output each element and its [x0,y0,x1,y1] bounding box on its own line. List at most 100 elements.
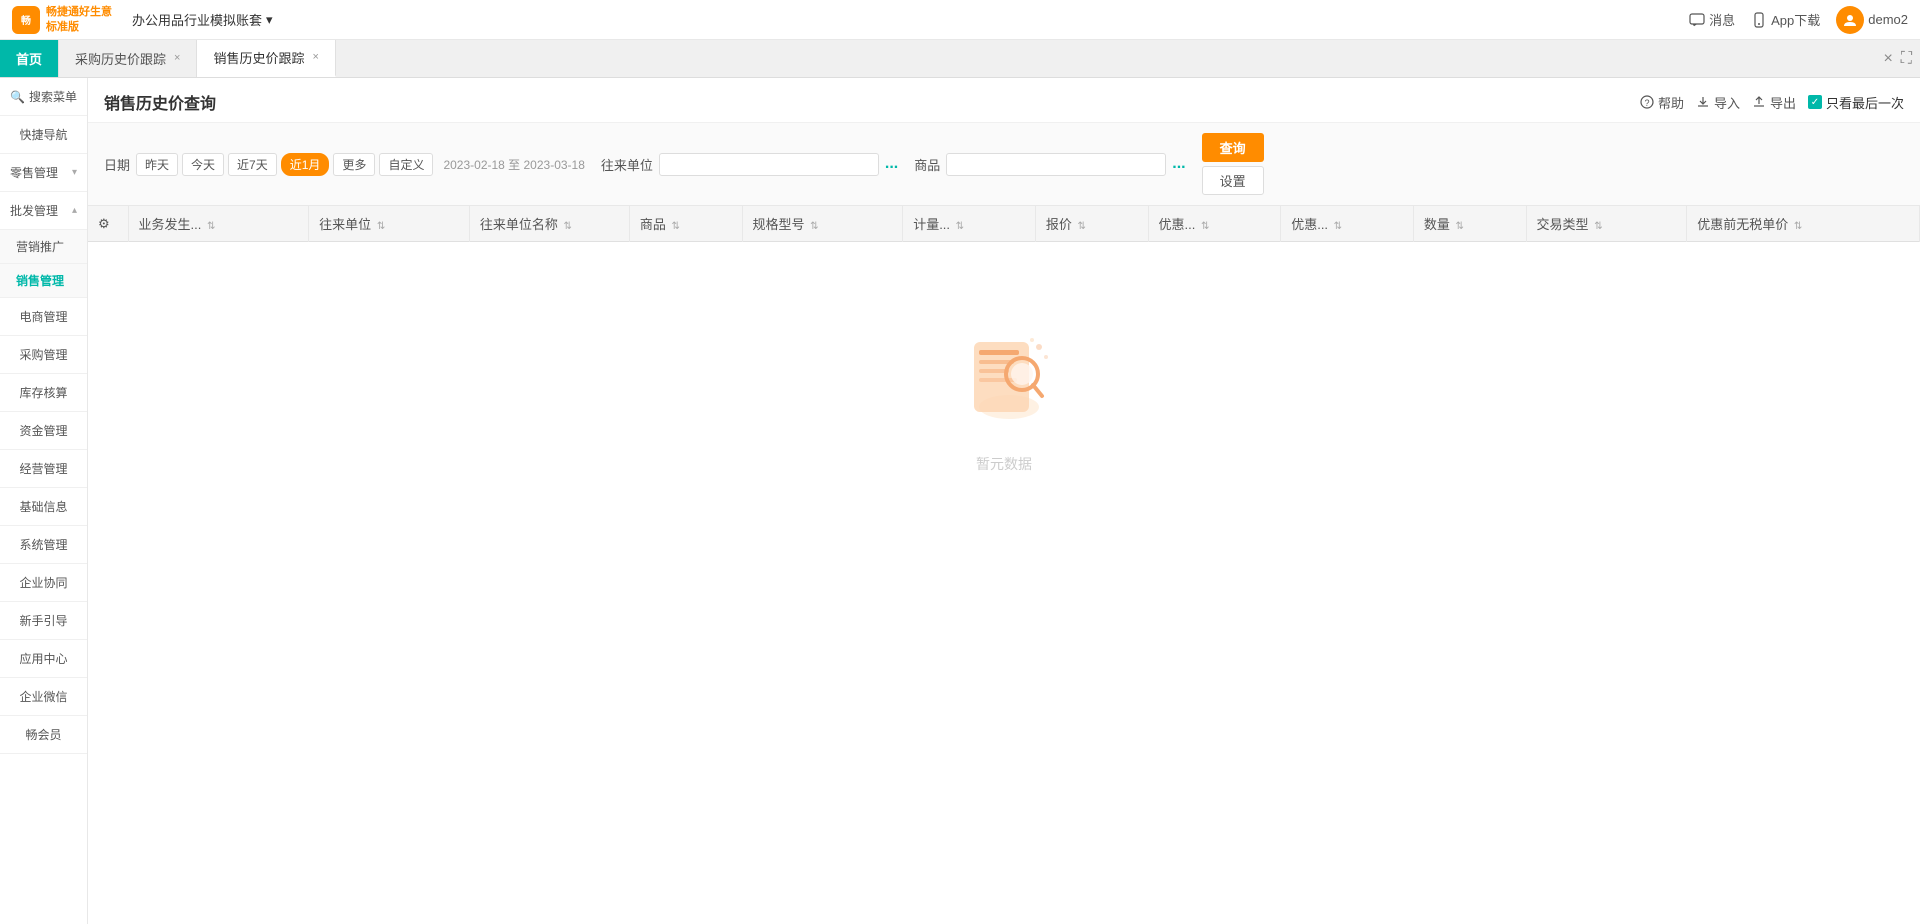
sidebar-item-basic-info[interactable]: 基础信息 [0,488,87,526]
logo-icon: 畅 [12,6,40,34]
phone-icon [1751,12,1767,28]
content-area: 销售历史价查询 ? 帮助 导入 导出 ✓ 只看最后一次 [88,78,1920,924]
goods-input[interactable] [946,153,1166,176]
column-quantity[interactable]: 数量 ⇅ [1413,206,1526,242]
goods-dots-btn[interactable]: ... [1172,155,1185,173]
sidebar-item-system-mgmt[interactable]: 系统管理 [0,526,87,564]
page-title: 销售历史价查询 [104,90,216,114]
sidebar-item-ecommerce-mgmt[interactable]: 电商管理 [0,298,87,336]
sidebar-item-retail-mgmt[interactable]: 零售管理 ▾ [0,154,87,192]
partner-filter-group: 往来单位 ... [601,153,898,176]
only-last-checkbox[interactable]: ✓ 只看最后一次 [1808,93,1904,112]
column-pretax-price[interactable]: 优惠前无税单价 ⇅ [1687,206,1920,242]
partner-dots-btn[interactable]: ... [885,155,898,173]
sidebar-item-quick-nav[interactable]: 快捷导航 [0,116,87,154]
search-icon: 🔍 [10,90,25,104]
sort-arrows-spec: ⇅ [810,221,818,232]
close-window-icon[interactable]: × [1883,50,1892,68]
sort-arrows-pretax-price: ⇅ [1794,221,1802,232]
logo-area[interactable]: 畅 畅捷通好生意 标准版 [12,5,112,34]
date-more-btn[interactable]: 更多 [333,153,375,176]
checkbox-checked-icon: ✓ [1808,95,1822,109]
sidebar-item-app-center[interactable]: 应用中心 [0,640,87,678]
top-header: 畅 畅捷通好生意 标准版 办公用品行业模拟账套 ▾ 消息 App下载 demo2 [0,0,1920,40]
column-quote[interactable]: 报价 ⇅ [1035,206,1148,242]
sort-arrows-discount1: ⇅ [1201,221,1209,232]
column-partner-code[interactable]: 往来单位 ⇅ [309,206,470,242]
import-button[interactable]: 导入 [1696,93,1740,112]
tab-sales-history[interactable]: 销售历史价跟踪 × [197,40,335,77]
goods-filter-group: 商品 ... [914,153,1185,176]
top-right: 消息 App下载 demo2 [1689,6,1908,34]
chevron-down-icon: ▾ [72,167,77,178]
date-last1month-btn[interactable]: 近1月 [281,153,330,176]
empty-illustration [944,322,1064,442]
sidebar-item-wholesale-mgmt[interactable]: 批发管理 ▴ [0,192,87,230]
help-button[interactable]: ? 帮助 [1640,93,1684,112]
message-action[interactable]: 消息 [1689,10,1735,29]
sort-arrows-partner-name: ⇅ [563,221,571,232]
column-partner-name[interactable]: 往来单位名称 ⇅ [469,206,629,242]
maximize-window-icon[interactable]: ⛶ [1901,50,1912,68]
sidebar-item-marketing[interactable]: 营销推广 [0,230,87,264]
date-filter-group: 日期 昨天 今天 近7天 近1月 更多 自定义 2023-02-18 至 202… [104,153,585,176]
date-custom-btn[interactable]: 自定义 [379,153,433,176]
sidebar-item-inventory-check[interactable]: 库存核算 [0,374,87,412]
filter-action-buttons: 查询 设置 [1202,133,1264,195]
sidebar-item-search-menu[interactable]: 🔍 搜索菜单 [0,78,87,116]
page-header: 销售历史价查询 ? 帮助 导入 导出 ✓ 只看最后一次 [88,78,1920,123]
sort-arrows-unit: ⇅ [956,221,964,232]
partner-input[interactable] [659,153,879,176]
avatar [1836,6,1864,34]
column-settings[interactable]: ⚙ [88,206,128,242]
sidebar-item-finance-mgmt[interactable]: 资金管理 [0,412,87,450]
top-center: 办公用品行业模拟账套 ▾ [112,10,1689,29]
sidebar-item-sales-mgmt[interactable]: 销售管理 [0,264,87,298]
column-goods[interactable]: 商品 ⇅ [629,206,742,242]
user-profile[interactable]: demo2 [1836,6,1908,34]
logo-text: 畅捷通好生意 标准版 [46,5,112,34]
column-discount2[interactable]: 优惠... ⇅ [1281,206,1414,242]
column-biz-date[interactable]: 业务发生... ⇅ [128,206,309,242]
svg-text:?: ? [1644,98,1649,108]
sidebar-item-member[interactable]: 畅会员 [0,716,87,754]
account-dropdown[interactable]: 办公用品行业模拟账套 ▾ [132,10,273,29]
sidebar-item-purchase-mgmt[interactable]: 采购管理 [0,336,87,374]
message-icon [1689,12,1705,28]
query-button[interactable]: 查询 [1202,133,1264,162]
tab-sales-close-icon[interactable]: × [312,52,318,63]
sort-arrows-partner-code: ⇅ [377,221,385,232]
sidebar-item-operations-mgmt[interactable]: 经营管理 [0,450,87,488]
main-layout: 🔍 搜索菜单 快捷导航 零售管理 ▾ 批发管理 ▴ 营销推广 销售管理 电商管理… [0,78,1920,924]
tab-home[interactable]: 首页 [0,40,59,77]
tab-purchase-history[interactable]: 采购历史价跟踪 × [59,40,197,77]
date-yesterday-btn[interactable]: 昨天 [136,153,178,176]
column-unit[interactable]: 计量... ⇅ [903,206,1036,242]
help-icon: ? [1640,95,1654,109]
export-button[interactable]: 导出 [1752,93,1796,112]
tab-purchase-close-icon[interactable]: × [174,53,180,64]
goods-label: 商品 [914,155,940,174]
chevron-up-icon: ▴ [72,205,77,216]
column-spec[interactable]: 规格型号 ⇅ [742,206,903,242]
date-today-btn[interactable]: 今天 [182,153,224,176]
sort-arrows-quote: ⇅ [1078,221,1086,232]
sidebar-item-beginner-guide[interactable]: 新手引导 [0,602,87,640]
date-last7days-btn[interactable]: 近7天 [228,153,277,176]
sidebar: 🔍 搜索菜单 快捷导航 零售管理 ▾ 批发管理 ▴ 营销推广 销售管理 电商管理… [0,78,88,924]
empty-text: 暂元数据 [976,454,1032,474]
app-download-action[interactable]: App下载 [1751,10,1820,29]
tab-bar-right: × ⛶ [1875,40,1920,77]
sidebar-item-enterprise-collab[interactable]: 企业协同 [0,564,87,602]
chevron-down-icon: ▾ [266,12,273,28]
column-trade-type[interactable]: 交易类型 ⇅ [1526,206,1687,242]
sidebar-item-enterprise-wechat[interactable]: 企业微信 [0,678,87,716]
sort-arrows-trade-type: ⇅ [1594,221,1602,232]
data-table: ⚙ 业务发生... ⇅ 往来单位 ⇅ 往来单位名称 ⇅ [88,206,1920,242]
sort-arrows-goods: ⇅ [671,221,679,232]
export-icon [1752,95,1766,109]
column-discount1[interactable]: 优惠... ⇅ [1148,206,1281,242]
settings-button[interactable]: 设置 [1202,166,1264,195]
filter-area: 日期 昨天 今天 近7天 近1月 更多 自定义 2023-02-18 至 202… [88,123,1920,206]
date-range-text: 2023-02-18 至 2023-03-18 [443,156,584,173]
